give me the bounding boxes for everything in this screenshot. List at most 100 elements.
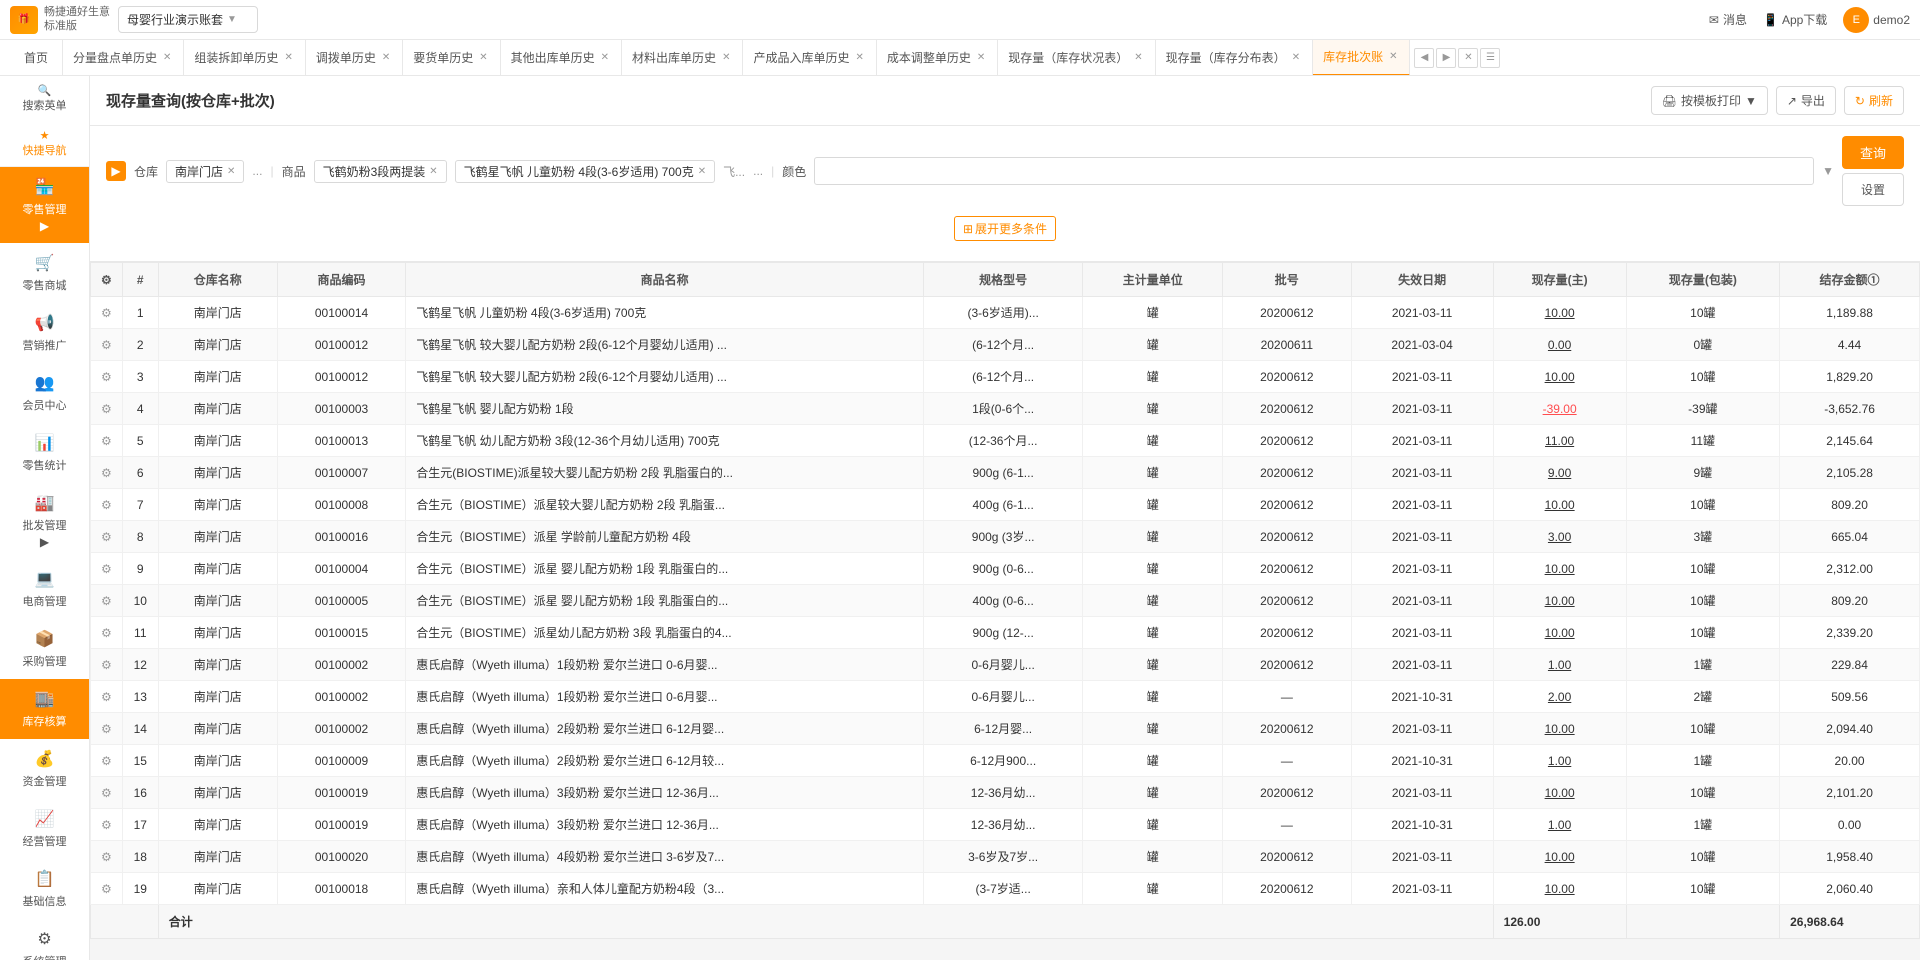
row-settings[interactable]: ⚙ — [91, 361, 123, 393]
warehouse-more-icon[interactable]: ... — [252, 164, 262, 178]
tab-requisition-close-icon[interactable]: ✕ — [477, 52, 489, 63]
row-settings[interactable]: ⚙ — [91, 553, 123, 585]
app-download-button[interactable]: 📱 App下载 — [1763, 11, 1827, 28]
row-settings[interactable]: ⚙ — [91, 425, 123, 457]
row-settings[interactable]: ⚙ — [91, 329, 123, 361]
tab-stock-dist-close-icon[interactable]: ✕ — [1290, 52, 1302, 63]
row-settings[interactable]: ⚙ — [91, 393, 123, 425]
tab-other-out-close-icon[interactable]: ✕ — [599, 52, 611, 63]
col-settings[interactable]: ⚙ — [91, 263, 123, 297]
tab-assembly-close-icon[interactable]: ✕ — [282, 52, 294, 63]
tab-assembly[interactable]: 组装拆卸单历史 ✕ — [184, 40, 305, 76]
sidebar-item-retail-stats[interactable]: 📊 零售统计 — [0, 423, 89, 483]
tab-split-inventory-close-icon[interactable]: ✕ — [161, 52, 173, 63]
row-stock-main[interactable]: 10.00 — [1493, 489, 1626, 521]
row-stock-main[interactable]: 10.00 — [1493, 585, 1626, 617]
export-button[interactable]: ↗ 导出 — [1776, 86, 1836, 115]
message-button[interactable]: ✉ 消息 — [1709, 11, 1747, 28]
sidebar-item-operations[interactable]: 📈 经营管理 — [0, 799, 89, 859]
row-stock-main[interactable]: 10.00 — [1493, 841, 1626, 873]
tab-menu-button[interactable]: ☰ — [1480, 48, 1500, 68]
row-stock-main[interactable]: 11.00 — [1493, 425, 1626, 457]
refresh-button[interactable]: ↻ 刷新 — [1844, 86, 1904, 115]
tab-material-out-close-icon[interactable]: ✕ — [720, 52, 732, 63]
tab-stock-status[interactable]: 现存量（库存状况表） ✕ — [998, 40, 1155, 76]
row-settings[interactable]: ⚙ — [91, 809, 123, 841]
row-stock-main[interactable]: 1.00 — [1493, 809, 1626, 841]
sidebar-item-system[interactable]: ⚙ 系统管理 — [0, 919, 89, 960]
sidebar-item-basics[interactable]: 📋 基础信息 — [0, 859, 89, 919]
row-stock-main[interactable]: 10.00 — [1493, 777, 1626, 809]
row-settings[interactable]: ⚙ — [91, 713, 123, 745]
row-stock-main[interactable]: 10.00 — [1493, 713, 1626, 745]
warehouse-tag-remove-icon[interactable]: ✕ — [227, 166, 235, 177]
tab-stock-status-close-icon[interactable]: ✕ — [1132, 52, 1144, 63]
print-button[interactable]: 🖨 按模板打印 ▼ — [1651, 86, 1768, 115]
row-settings[interactable]: ⚙ — [91, 617, 123, 649]
row-settings[interactable]: ⚙ — [91, 457, 123, 489]
expand-more-button[interactable]: ⊞ 展开更多条件 — [954, 216, 1056, 241]
row-stock-main[interactable]: 10.00 — [1493, 873, 1626, 905]
row-settings[interactable]: ⚙ — [91, 521, 123, 553]
tab-batch-reconcile-close-icon[interactable]: ✕ — [1387, 51, 1399, 62]
warehouse-filter-tag[interactable]: 南岸门店 ✕ — [166, 160, 244, 183]
row-settings[interactable]: ⚙ — [91, 873, 123, 905]
account-dropdown[interactable]: 母婴行业演示账套 ▼ — [118, 6, 258, 33]
product-filter-tag-2[interactable]: 飞鹤星飞帆 儿童奶粉 4段(3-6岁适用) 700克 ✕ — [455, 160, 715, 183]
tab-batch-reconcile[interactable]: 库存批次账 ✕ — [1313, 40, 1410, 76]
sidebar-item-retail-mgmt[interactable]: 🏪 零售管理 ▶ — [0, 167, 89, 243]
row-settings[interactable]: ⚙ — [91, 745, 123, 777]
row-stock-main[interactable]: 10.00 — [1493, 297, 1626, 329]
sidebar-item-members[interactable]: 👥 会员中心 — [0, 363, 89, 423]
row-stock-main[interactable]: 3.00 — [1493, 521, 1626, 553]
tab-mix-order-close-icon[interactable]: ✕ — [380, 52, 392, 63]
tab-product-in[interactable]: 产成品入库单历史 ✕ — [743, 40, 876, 76]
filter-toggle-button[interactable]: ▶ — [106, 161, 126, 181]
query-button[interactable]: 查询 — [1842, 136, 1904, 169]
tab-prev-button[interactable]: ◀ — [1414, 48, 1434, 68]
row-stock-main[interactable]: 0.00 — [1493, 329, 1626, 361]
tab-requisition[interactable]: 要货单历史 ✕ — [403, 40, 500, 76]
row-stock-main[interactable]: 10.00 — [1493, 361, 1626, 393]
sidebar-item-retail-mall[interactable]: 🛒 零售商城 — [0, 243, 89, 303]
product-tag-1-remove-icon[interactable]: ✕ — [429, 166, 437, 177]
settings-button[interactable]: 设置 — [1842, 173, 1904, 206]
tab-mix-order[interactable]: 调拨单历史 ✕ — [306, 40, 403, 76]
row-settings[interactable]: ⚙ — [91, 777, 123, 809]
user-profile[interactable]: E demo2 — [1843, 7, 1910, 33]
sidebar-item-procurement[interactable]: 📦 采购管理 — [0, 619, 89, 679]
row-stock-main[interactable]: 1.00 — [1493, 649, 1626, 681]
row-settings[interactable]: ⚙ — [91, 841, 123, 873]
tab-material-out[interactable]: 材料出库单历史 ✕ — [622, 40, 743, 76]
row-settings[interactable]: ⚙ — [91, 649, 123, 681]
row-settings[interactable]: ⚙ — [91, 681, 123, 713]
tab-cost-adjust-close-icon[interactable]: ✕ — [975, 52, 987, 63]
tab-split-inventory[interactable]: 分量盘点单历史 ✕ — [63, 40, 184, 76]
sidebar-quicknav[interactable]: ★ 快捷导航 — [0, 121, 89, 166]
sidebar-item-ecommerce[interactable]: 💻 电商管理 — [0, 559, 89, 619]
row-stock-main[interactable]: 9.00 — [1493, 457, 1626, 489]
sidebar-item-wholesale[interactable]: 🏭 批发管理 ▶ — [0, 483, 89, 559]
row-stock-main[interactable]: 1.00 — [1493, 745, 1626, 777]
tab-stock-dist[interactable]: 现存量（库存分布表） ✕ — [1156, 40, 1313, 76]
product-more-text[interactable]: 飞... — [723, 163, 745, 180]
tab-next-button[interactable]: ▶ — [1436, 48, 1456, 68]
tab-product-in-close-icon[interactable]: ✕ — [853, 52, 865, 63]
product-tag-2-remove-icon[interactable]: ✕ — [698, 166, 706, 177]
tab-close-button[interactable]: ✕ — [1458, 48, 1478, 68]
color-filter-input[interactable] — [814, 157, 1814, 185]
sidebar-search[interactable]: 🔍 搜索英单 — [0, 76, 89, 121]
row-settings[interactable]: ⚙ — [91, 489, 123, 521]
row-stock-main[interactable]: 10.00 — [1493, 553, 1626, 585]
tab-home[interactable]: 首页 — [10, 40, 63, 76]
sidebar-item-finance[interactable]: 💰 资金管理 — [0, 739, 89, 799]
sidebar-item-inventory[interactable]: 🏬 库存核算 — [0, 679, 89, 739]
product-filter-tag-1[interactable]: 飞鹤奶粉3段两提装 ✕ — [314, 160, 447, 183]
row-stock-main[interactable]: 10.00 — [1493, 617, 1626, 649]
row-settings[interactable]: ⚙ — [91, 297, 123, 329]
row-stock-main[interactable]: 2.00 — [1493, 681, 1626, 713]
row-stock-main[interactable]: -39.00 — [1493, 393, 1626, 425]
tab-cost-adjust[interactable]: 成本调整单历史 ✕ — [877, 40, 998, 76]
tab-other-out[interactable]: 其他出库单历史 ✕ — [501, 40, 622, 76]
product-more-ellipsis[interactable]: ... — [753, 164, 763, 178]
